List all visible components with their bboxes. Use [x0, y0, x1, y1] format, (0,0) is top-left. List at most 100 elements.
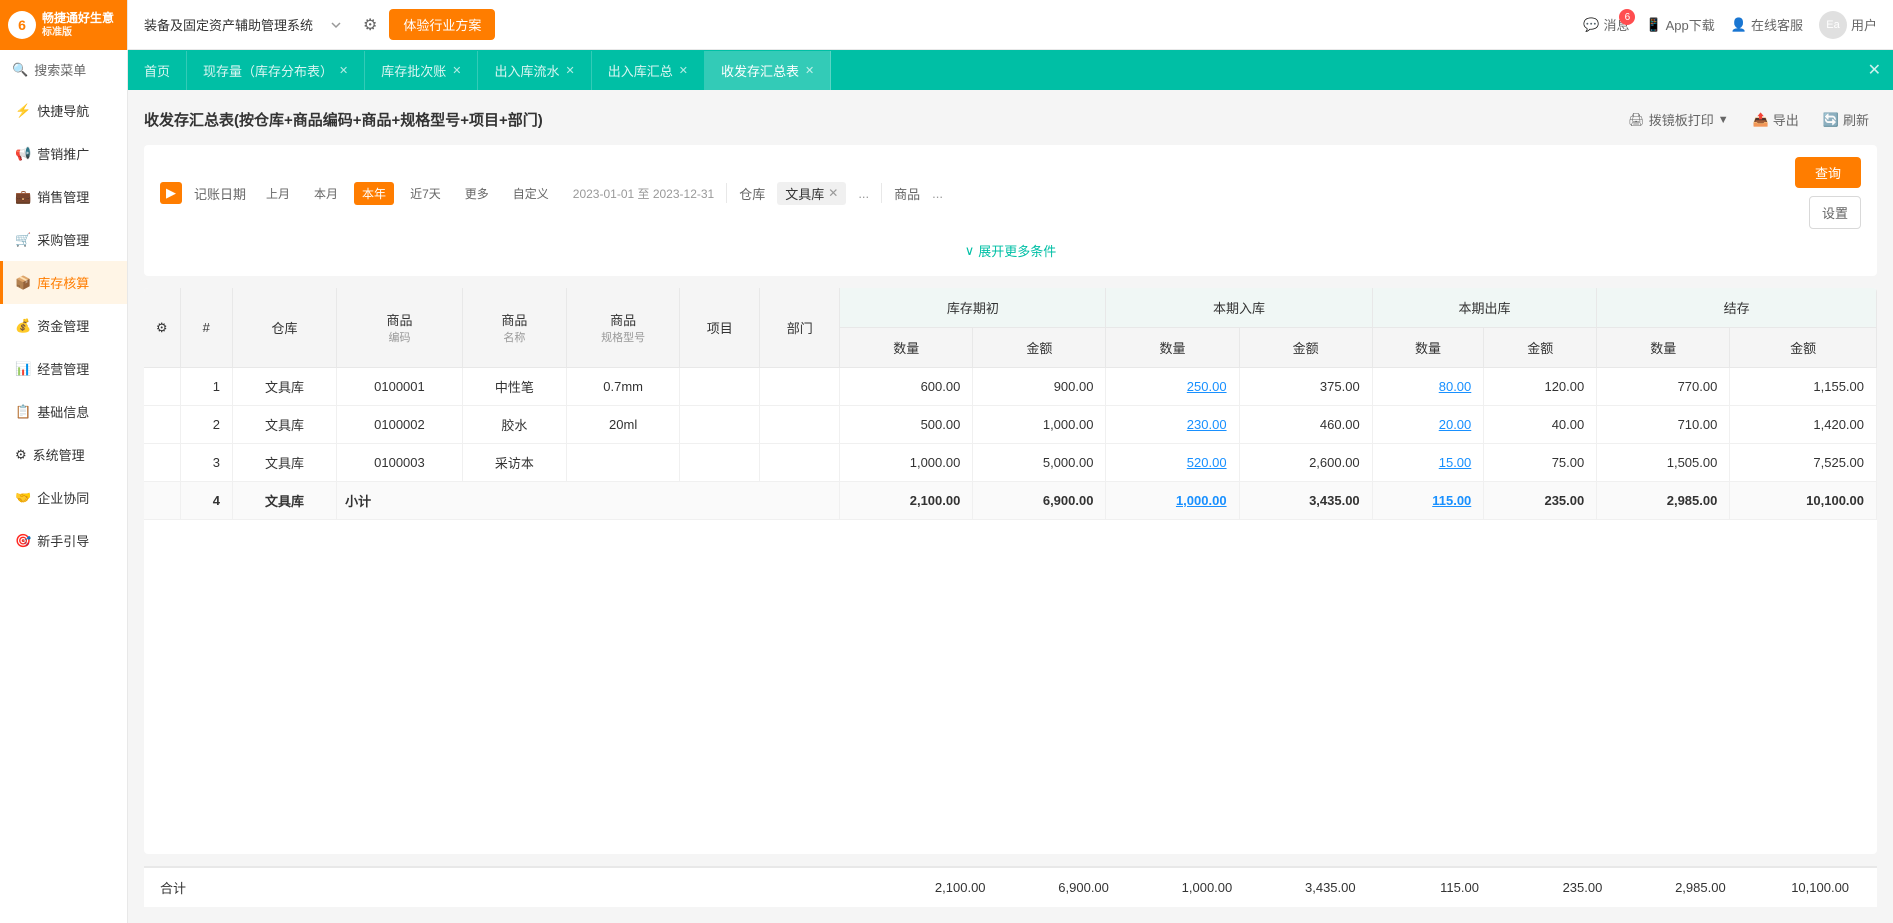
refresh-icon: 🔄	[1823, 112, 1839, 128]
warehouse-tag-text: 文具库	[785, 184, 824, 203]
date-btn-last-month[interactable]: 上月	[258, 182, 298, 205]
sidebar-item-enterprise[interactable]: 🤝 企业协同	[0, 476, 127, 519]
date-btn-7days[interactable]: 近7天	[402, 182, 449, 205]
row-opening-amount: 5,000.00	[973, 444, 1106, 482]
sidebar-item-quick-nav[interactable]: ⚡ 快捷导航	[0, 89, 127, 132]
tab-inout-flow-close[interactable]: ✕	[566, 64, 575, 77]
sidebar-item-operations[interactable]: 📊 经营管理	[0, 347, 127, 390]
sidebar-item-sales[interactable]: 💼 销售管理	[0, 175, 127, 218]
sidebar-item-finance[interactable]: 💰 资金管理	[0, 304, 127, 347]
online-service-btn[interactable]: 👤 在线客服	[1731, 15, 1803, 34]
sidebar-item-marketing[interactable]: 📢 营销推广	[0, 132, 127, 175]
print-btn[interactable]: 🖨 拨镜板打印 ▼	[1620, 106, 1736, 133]
operations-icon: 📊	[15, 361, 31, 377]
table-row: 3 文具库 0100003 采访本 1,000.00 5,000.00 520.…	[144, 444, 1877, 482]
row-opening-qty: 600.00	[840, 368, 973, 406]
sidebar-item-system[interactable]: ⚙ 系统管理	[0, 433, 127, 476]
date-btn-this-month[interactable]: 本月	[306, 182, 346, 205]
refresh-btn[interactable]: 🔄 刷新	[1815, 106, 1877, 133]
tab-inout-flow[interactable]: 出入库流水 ✕	[478, 51, 591, 90]
row-out-amount: 75.00	[1484, 444, 1597, 482]
tab-receive-summary-close[interactable]: ✕	[805, 64, 814, 77]
date-btn-custom[interactable]: 自定义	[505, 182, 557, 205]
subtotal-in-amount: 3,435.00	[1239, 482, 1372, 520]
goods-filter-dots[interactable]: ...	[932, 186, 943, 201]
th-no: #	[180, 288, 232, 368]
sidebar-item-search[interactable]: 🔍 搜索菜单	[0, 50, 127, 89]
export-btn[interactable]: 📤 导出	[1745, 106, 1807, 133]
tab-inout-summary[interactable]: 出入库汇总 ✕	[592, 51, 705, 90]
th-goods-code: 商品编码	[337, 288, 463, 368]
user-btn[interactable]: Ea 用户	[1819, 11, 1877, 39]
row-in-qty[interactable]: 230.00	[1106, 406, 1239, 444]
filter-toggle-btn[interactable]: ▶	[160, 182, 182, 204]
page-header: 收发存汇总表(按仓库+商品编码+商品+规格型号+项目+部门) 🖨 拨镜板打印 ▼…	[144, 106, 1877, 133]
settings-icon[interactable]: ⚙	[363, 15, 377, 35]
dropdown-icon	[329, 18, 343, 32]
tab-home[interactable]: 首页	[128, 51, 187, 90]
subtotal-closing-amount: 10,100.00	[1730, 482, 1877, 520]
table-settings-icon[interactable]: ⚙	[156, 320, 168, 335]
row-out-qty[interactable]: 15.00	[1372, 444, 1484, 482]
purchase-icon: 🛒	[15, 232, 31, 248]
date-btn-this-year[interactable]: 本年	[354, 182, 394, 205]
query-btn[interactable]: 查询	[1795, 157, 1861, 188]
row-goods-spec: 0.7mm	[566, 368, 679, 406]
tab-stock-dist[interactable]: 现存量（库存分布表） ✕	[187, 51, 365, 90]
sidebar-item-guide[interactable]: 🎯 新手引导	[0, 519, 127, 562]
expand-btn-label: 展开更多条件	[978, 241, 1056, 260]
subtotal-out-amount: 235.00	[1484, 482, 1597, 520]
row-in-qty[interactable]: 250.00	[1106, 368, 1239, 406]
page-content: 收发存汇总表(按仓库+商品编码+商品+规格型号+项目+部门) 🖨 拨镜板打印 ▼…	[128, 90, 1893, 923]
tab-inout-summary-close[interactable]: ✕	[679, 64, 688, 77]
sidebar-item-stock[interactable]: 📦 库存核算	[0, 261, 127, 304]
tab-batch[interactable]: 库存批次账 ✕	[365, 51, 478, 90]
phone-icon: 📱	[1645, 17, 1661, 33]
service-icon: 👤	[1731, 17, 1747, 33]
sidebar-item-stock-label: 库存核算	[37, 273, 89, 292]
total-out-qty: 115.00	[1368, 880, 1491, 895]
app-download-btn[interactable]: 📱 App下载	[1645, 15, 1714, 34]
app-version: 标准版	[42, 26, 114, 39]
settings-btn[interactable]: 设置	[1809, 196, 1861, 229]
total-closing-amount: 10,100.00	[1738, 880, 1861, 895]
search-icon: 🔍	[12, 62, 28, 78]
sidebar-item-search-label: 搜索菜单	[34, 60, 86, 79]
total-in-qty: 1,000.00	[1121, 880, 1244, 895]
message-btn[interactable]: 💬 消息 6	[1583, 15, 1629, 34]
row-settings	[144, 368, 180, 406]
th-settings[interactable]: ⚙	[144, 288, 180, 368]
row-out-qty[interactable]: 20.00	[1372, 406, 1484, 444]
expand-conditions-btn[interactable]: ∨ 展开更多条件	[965, 241, 1057, 260]
sidebar-item-base-info[interactable]: 📋 基础信息	[0, 390, 127, 433]
row-project	[680, 444, 760, 482]
th-in-group: 本期入库	[1106, 288, 1372, 328]
warehouse-tag-close[interactable]: ✕	[828, 186, 838, 200]
row-settings	[144, 444, 180, 482]
date-btn-more[interactable]: 更多	[457, 182, 497, 205]
warehouse-filter-dots[interactable]: ...	[858, 186, 869, 201]
row-warehouse: 文具库	[232, 444, 336, 482]
row-no: 3	[180, 444, 232, 482]
row-in-qty[interactable]: 520.00	[1106, 444, 1239, 482]
row-in-amount: 460.00	[1239, 406, 1372, 444]
row-opening-qty: 1,000.00	[840, 444, 973, 482]
row-goods-spec	[566, 444, 679, 482]
row-out-amount: 40.00	[1484, 406, 1597, 444]
date-filter-label: 记账日期	[194, 184, 246, 203]
tabs-close-all[interactable]: ✕	[1856, 60, 1893, 80]
message-icon: 💬	[1583, 17, 1599, 33]
sidebar-item-sales-label: 销售管理	[37, 187, 89, 206]
trial-btn[interactable]: 体验行业方案	[389, 9, 495, 40]
table-container: ⚙ # 仓库 商品编码 商品名称 商品规格型号 项目 部门 库存期初 本期入库 …	[144, 288, 1877, 854]
row-out-qty[interactable]: 80.00	[1372, 368, 1484, 406]
subtotal-opening-qty: 2,100.00	[840, 482, 973, 520]
subtotal-closing-qty: 2,985.00	[1597, 482, 1730, 520]
date-range: 2023-01-01 至 2023-12-31	[573, 185, 714, 202]
tab-batch-close[interactable]: ✕	[452, 64, 461, 77]
tab-stock-dist-close[interactable]: ✕	[339, 64, 348, 77]
tab-receive-summary[interactable]: 收发存汇总表 ✕	[705, 51, 831, 90]
message-badge: 6	[1619, 9, 1635, 25]
sidebar-item-purchase[interactable]: 🛒 采购管理	[0, 218, 127, 261]
row-warehouse: 文具库	[232, 406, 336, 444]
